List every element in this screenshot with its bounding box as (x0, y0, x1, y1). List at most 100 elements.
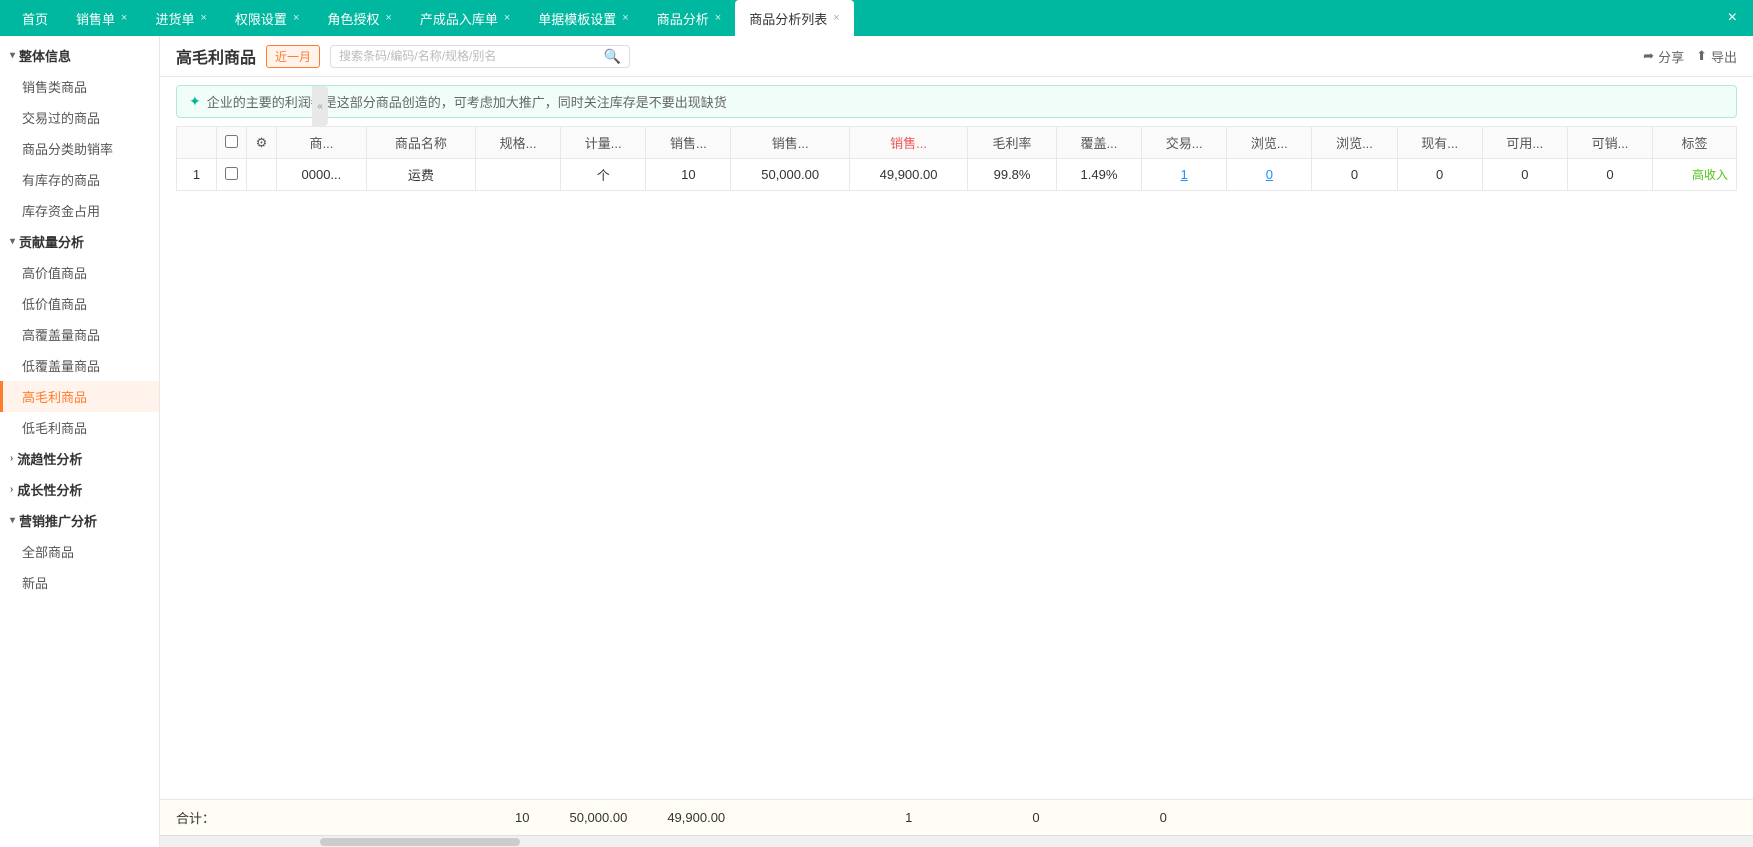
info-icon: ✦ (189, 93, 201, 110)
nav-product-analysis-list[interactable]: 商品分析列表 × (735, 0, 853, 36)
export-icon: ⬆ (1696, 48, 1707, 64)
header-actions: ➦ 分享 ⬆ 导出 (1643, 47, 1737, 66)
search-box: 🔍 (330, 45, 630, 68)
cell-code: 0000... (277, 159, 367, 191)
top-navigation: 首页 销售单 × 进货单 × 权限设置 × 角色授权 × 产成品入库单 × 单据… (0, 0, 1753, 36)
nav-product-storage[interactable]: 产成品入库单 × (406, 0, 524, 36)
nav-role-close[interactable]: × (385, 12, 391, 24)
th-browse2: 浏览... (1312, 127, 1397, 159)
table-row: 1 0000... 运费 个 10 50,000.00 49,900.00 99… (177, 159, 1737, 191)
nav-template[interactable]: 单据模板设置 × (524, 0, 642, 36)
cell-sale-qty: 10 (646, 159, 731, 191)
th-sale-profit: 销售... (849, 127, 967, 159)
nav-sales[interactable]: 销售单 × (62, 0, 141, 36)
cell-name: 运费 (366, 159, 475, 191)
sidebar-item-high-value[interactable]: 高价值商品 (0, 257, 159, 288)
sidebar-item-stock-capital[interactable]: 库存资金占用 (0, 195, 159, 226)
table-header-row: ⚙ 商... 商品名称 规格... 计量... (177, 127, 1737, 159)
arrow-contribution-icon: ▾ (10, 236, 15, 247)
th-index (177, 127, 217, 159)
sidebar-group-marketing[interactable]: ▾ 营销推广分析 (0, 505, 159, 536)
content-area: « 高毛利商品 近一月 🔍 ➦ 分享 ⬆ 导出 ✦ 企 (160, 36, 1753, 847)
nav-product-analysis-list-close[interactable]: × (833, 12, 839, 24)
th-sale-qty: 销售... (646, 127, 731, 159)
sidebar-item-high-margin[interactable]: 高毛利商品 (0, 381, 159, 412)
nav-template-close[interactable]: × (622, 12, 628, 24)
bottom-scrollbar[interactable] (160, 835, 1753, 847)
sidebar-item-category-rate[interactable]: 商品分类助销率 (0, 133, 159, 164)
th-gross-rate: 毛利率 (968, 127, 1057, 159)
th-avail-stock: 可用... (1482, 127, 1567, 159)
footer-sale-qty: 10 (515, 810, 529, 825)
nav-permission[interactable]: 权限设置 × (221, 0, 313, 36)
sidebar-item-traded-goods[interactable]: 交易过的商品 (0, 102, 159, 133)
data-table: ⚙ 商... 商品名称 规格... 计量... (176, 126, 1737, 191)
cell-unit: 个 (561, 159, 646, 191)
sidebar-group-trend[interactable]: › 流趋性分析 (0, 443, 159, 474)
table-container[interactable]: ⚙ 商... 商品名称 规格... 计量... (160, 126, 1753, 799)
nav-product-analysis-close[interactable]: × (715, 12, 721, 24)
cell-index: 1 (177, 159, 217, 191)
footer-trade-count: 1 (905, 810, 912, 825)
sidebar-item-all-goods[interactable]: 全部商品 (0, 536, 159, 567)
page-title: 高毛利商品 (176, 44, 256, 68)
cell-check (217, 159, 247, 191)
share-button[interactable]: ➦ 分享 (1643, 47, 1684, 66)
search-icon[interactable]: 🔍 (604, 48, 621, 65)
arrow-trend-icon: › (10, 453, 13, 464)
arrow-marketing-icon: ▾ (10, 515, 15, 526)
cell-trade-count: 1 (1142, 159, 1227, 191)
nav-home[interactable]: 首页 (8, 0, 62, 36)
cell-setting (247, 159, 277, 191)
arrow-growth-icon: › (10, 484, 13, 495)
th-sale-stock: 可销... (1567, 127, 1652, 159)
cell-coverage: 1.49% (1056, 159, 1141, 191)
th-name: 商品名称 (366, 127, 475, 159)
sidebar-item-low-value[interactable]: 低价值商品 (0, 288, 159, 319)
select-all-checkbox[interactable] (225, 135, 238, 148)
nav-product-analysis[interactable]: 商品分析 × (643, 0, 735, 36)
cell-spec (475, 159, 560, 191)
search-input[interactable] (339, 49, 600, 63)
cell-sale-amt: 50,000.00 (731, 159, 849, 191)
period-button[interactable]: 近一月 (266, 45, 320, 68)
global-close-button[interactable]: × (1720, 9, 1745, 27)
cell-browse2: 0 (1312, 159, 1397, 191)
nav-product-storage-close[interactable]: × (504, 12, 510, 24)
scrollbar-track (160, 836, 1753, 847)
sidebar-group-growth[interactable]: › 成长性分析 (0, 474, 159, 505)
sidebar-item-sale-goods[interactable]: 销售类商品 (0, 71, 159, 102)
cell-sale-stock: 0 (1567, 159, 1652, 191)
info-banner: ✦ 企业的主要的利润都是这部分商品创造的，可考虑加大推广，同时关注库存是不要出现… (176, 85, 1737, 118)
sidebar-group-overall[interactable]: ▾ 整体信息 (0, 40, 159, 71)
cell-sale-profit: 49,900.00 (849, 159, 967, 191)
sidebar: ▾ 整体信息 销售类商品 交易过的商品 商品分类助销率 有库存的商品 库存资金占… (0, 36, 160, 847)
sidebar-collapse-button[interactable]: « (312, 86, 328, 126)
th-unit: 计量... (561, 127, 646, 159)
sidebar-item-new-goods[interactable]: 新品 (0, 567, 159, 598)
cell-tag: 高收入 (1653, 159, 1737, 191)
nav-sales-close[interactable]: × (121, 12, 127, 24)
footer-avail-stock: 0 (1160, 810, 1167, 825)
th-spec: 规格... (475, 127, 560, 159)
sidebar-item-low-margin[interactable]: 低毛利商品 (0, 412, 159, 443)
footer-bar: 合计： 10 50,000.00 49,900.00 1 0 0 (160, 799, 1753, 835)
sidebar-item-low-coverage[interactable]: 低覆盖量商品 (0, 350, 159, 381)
sidebar-group-contribution[interactable]: ▾ 贡献量分析 (0, 226, 159, 257)
export-button[interactable]: ⬆ 导出 (1696, 47, 1737, 66)
nav-role[interactable]: 角色授权 × (313, 0, 405, 36)
th-setting[interactable]: ⚙ (247, 127, 277, 159)
sidebar-item-in-stock[interactable]: 有库存的商品 (0, 164, 159, 195)
content-header: 高毛利商品 近一月 🔍 ➦ 分享 ⬆ 导出 (160, 36, 1753, 77)
row-checkbox[interactable] (225, 167, 238, 180)
nav-permission-close[interactable]: × (293, 12, 299, 24)
nav-purchase[interactable]: 进货单 × (141, 0, 220, 36)
th-sale-amt: 销售... (731, 127, 849, 159)
th-check (217, 127, 247, 159)
arrow-overall-icon: ▾ (10, 50, 15, 61)
th-code: 商... (277, 127, 367, 159)
nav-purchase-close[interactable]: × (200, 12, 206, 24)
scrollbar-thumb[interactable] (320, 838, 520, 846)
sidebar-item-high-coverage[interactable]: 高覆盖量商品 (0, 319, 159, 350)
th-trade-count: 交易... (1142, 127, 1227, 159)
